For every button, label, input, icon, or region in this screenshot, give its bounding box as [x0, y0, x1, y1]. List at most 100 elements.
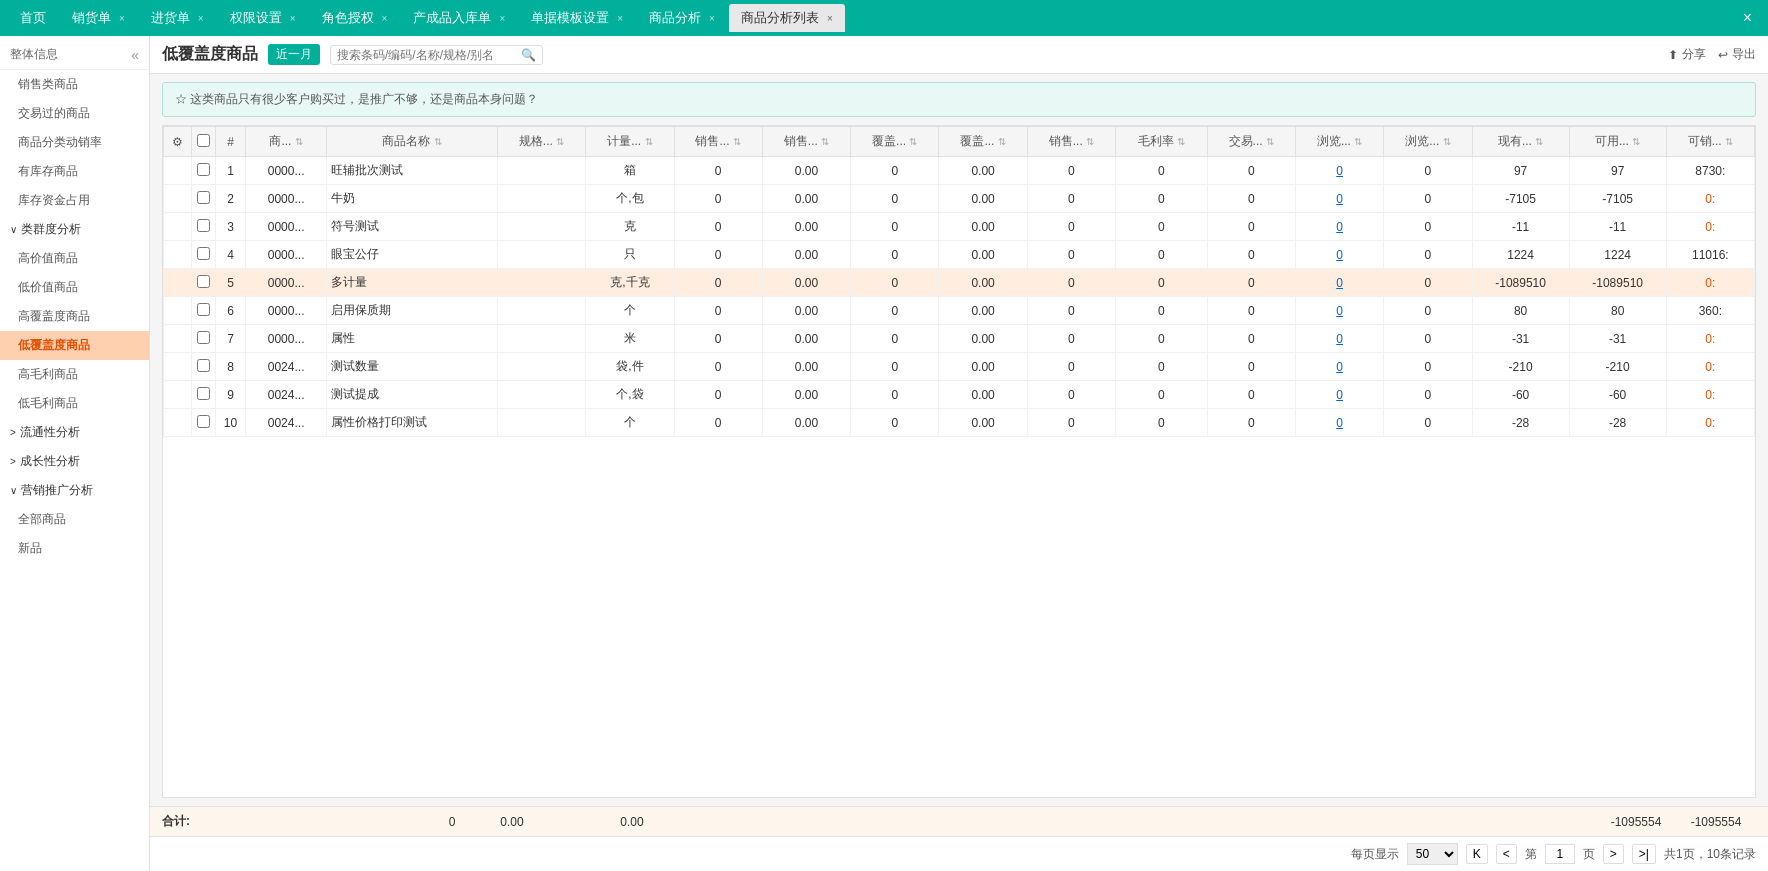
close-icon[interactable]: × — [382, 13, 388, 24]
row-settings[interactable] — [164, 381, 192, 409]
search-icon[interactable]: 🔍 — [521, 48, 536, 62]
sidebar-item-all-goods[interactable]: 全部商品 — [0, 505, 149, 534]
close-all-button[interactable]: × — [1735, 9, 1760, 27]
row-checkbox[interactable] — [192, 269, 216, 297]
col-trade[interactable]: 交易... ⇅ — [1207, 127, 1295, 157]
row-select-checkbox[interactable] — [197, 331, 210, 344]
sidebar-item-high-gross[interactable]: 高毛利商品 — [0, 360, 149, 389]
col-cover2[interactable]: 覆盖... ⇅ — [939, 127, 1027, 157]
sidebar-group-growth[interactable]: > 成长性分析 — [0, 447, 149, 476]
close-icon[interactable]: × — [709, 13, 715, 24]
row-select-checkbox[interactable] — [197, 163, 210, 176]
row-settings[interactable] — [164, 297, 192, 325]
col-sales-qty[interactable]: 销售... ⇅ — [674, 127, 762, 157]
col-current[interactable]: 现有... ⇅ — [1472, 127, 1569, 157]
row-browse1[interactable]: 0 — [1295, 185, 1383, 213]
row-select-checkbox[interactable] — [197, 415, 210, 428]
data-table-container[interactable]: ⚙ # 商... ⇅ 商品名称 ⇅ 规格... ⇅ 计量... ⇅ 销售... … — [162, 125, 1756, 798]
sidebar-collapse-button[interactable]: « — [131, 47, 139, 63]
row-checkbox[interactable] — [192, 213, 216, 241]
col-sales-amt[interactable]: 销售... ⇅ — [762, 127, 850, 157]
row-checkbox[interactable] — [192, 297, 216, 325]
close-icon[interactable]: × — [290, 13, 296, 24]
nav-tab-purchase[interactable]: 进货单 × — [139, 4, 216, 32]
row-checkbox[interactable] — [192, 325, 216, 353]
nav-tab-home[interactable]: 首页 — [8, 4, 58, 32]
row-select-checkbox[interactable] — [197, 247, 210, 260]
nav-tab-analysis-list[interactable]: 商品分析列表 × — [729, 4, 845, 32]
row-select-checkbox[interactable] — [197, 219, 210, 232]
col-checkbox[interactable] — [192, 127, 216, 157]
col-available[interactable]: 可用... ⇅ — [1569, 127, 1666, 157]
share-button[interactable]: ⬆ 分享 — [1668, 46, 1706, 63]
row-browse1[interactable]: 0 — [1295, 409, 1383, 437]
sidebar-item-low-value[interactable]: 低价值商品 — [0, 273, 149, 302]
page-size-select[interactable]: 50 10 20 100 — [1407, 843, 1458, 865]
sidebar-item-new-goods[interactable]: 新品 — [0, 534, 149, 563]
row-select-checkbox[interactable] — [197, 275, 210, 288]
row-browse1[interactable]: 0 — [1295, 297, 1383, 325]
search-input[interactable] — [337, 48, 517, 62]
row-settings[interactable] — [164, 325, 192, 353]
first-page-button[interactable]: K — [1466, 844, 1488, 864]
col-cover1[interactable]: 覆盖... ⇅ — [851, 127, 939, 157]
col-spec[interactable]: 规格... ⇅ — [497, 127, 585, 157]
row-browse1[interactable]: 0 — [1295, 213, 1383, 241]
close-icon[interactable]: × — [119, 13, 125, 24]
row-browse1[interactable]: 0 — [1295, 381, 1383, 409]
next-page-button[interactable]: > — [1603, 844, 1624, 864]
sidebar-item-high-coverage[interactable]: 高覆盖度商品 — [0, 302, 149, 331]
col-browse1[interactable]: 浏览... ⇅ — [1295, 127, 1383, 157]
nav-tab-role[interactable]: 角色授权 × — [310, 4, 400, 32]
sidebar-item-sales-goods[interactable]: 销售类商品 — [0, 70, 149, 99]
col-saleable[interactable]: 可销... ⇅ — [1666, 127, 1754, 157]
row-browse1[interactable]: 0 — [1295, 269, 1383, 297]
row-checkbox[interactable] — [192, 157, 216, 185]
sidebar-group-marketing[interactable]: ∨ 营销推广分析 — [0, 476, 149, 505]
row-settings[interactable] — [164, 353, 192, 381]
nav-tab-permission[interactable]: 权限设置 × — [218, 4, 308, 32]
nav-tab-sales[interactable]: 销货单 × — [60, 4, 137, 32]
col-code[interactable]: 商... ⇅ — [246, 127, 327, 157]
row-settings[interactable] — [164, 269, 192, 297]
sidebar-item-in-stock[interactable]: 有库存商品 — [0, 157, 149, 186]
row-select-checkbox[interactable] — [197, 387, 210, 400]
row-browse1[interactable]: 0 — [1295, 157, 1383, 185]
sidebar-group-cluster[interactable]: ∨ 类群度分析 — [0, 215, 149, 244]
row-checkbox[interactable] — [192, 409, 216, 437]
sidebar-item-traded-goods[interactable]: 交易过的商品 — [0, 99, 149, 128]
sidebar-group-flow[interactable]: > 流通性分析 — [0, 418, 149, 447]
select-all-checkbox[interactable] — [197, 134, 210, 147]
row-settings[interactable] — [164, 241, 192, 269]
close-icon[interactable]: × — [827, 13, 833, 24]
row-browse1[interactable]: 0 — [1295, 353, 1383, 381]
export-button[interactable]: ↩ 导出 — [1718, 46, 1756, 63]
row-checkbox[interactable] — [192, 381, 216, 409]
last-page-button[interactable]: >| — [1632, 844, 1656, 864]
row-checkbox[interactable] — [192, 353, 216, 381]
close-icon[interactable]: × — [198, 13, 204, 24]
nav-tab-analysis[interactable]: 商品分析 × — [637, 4, 727, 32]
row-browse1[interactable]: 0 — [1295, 241, 1383, 269]
row-select-checkbox[interactable] — [197, 303, 210, 316]
sidebar-item-high-value[interactable]: 高价值商品 — [0, 244, 149, 273]
row-checkbox[interactable] — [192, 241, 216, 269]
nav-tab-product[interactable]: 产成品入库单 × — [401, 4, 517, 32]
row-settings[interactable] — [164, 185, 192, 213]
col-unit[interactable]: 计量... ⇅ — [586, 127, 674, 157]
col-settings[interactable]: ⚙ — [164, 127, 192, 157]
row-settings[interactable] — [164, 213, 192, 241]
col-browse2[interactable]: 浏览... ⇅ — [1384, 127, 1472, 157]
sidebar-item-stock-capital[interactable]: 库存资金占用 — [0, 186, 149, 215]
row-checkbox[interactable] — [192, 185, 216, 213]
close-icon[interactable]: × — [617, 13, 623, 24]
col-name[interactable]: 商品名称 ⇅ — [327, 127, 498, 157]
row-browse1[interactable]: 0 — [1295, 325, 1383, 353]
sidebar-item-low-gross[interactable]: 低毛利商品 — [0, 389, 149, 418]
time-filter-button[interactable]: 近一月 — [268, 44, 320, 65]
row-settings[interactable] — [164, 157, 192, 185]
row-select-checkbox[interactable] — [197, 359, 210, 372]
row-settings[interactable] — [164, 409, 192, 437]
row-select-checkbox[interactable] — [197, 191, 210, 204]
page-number-input[interactable] — [1545, 844, 1575, 864]
